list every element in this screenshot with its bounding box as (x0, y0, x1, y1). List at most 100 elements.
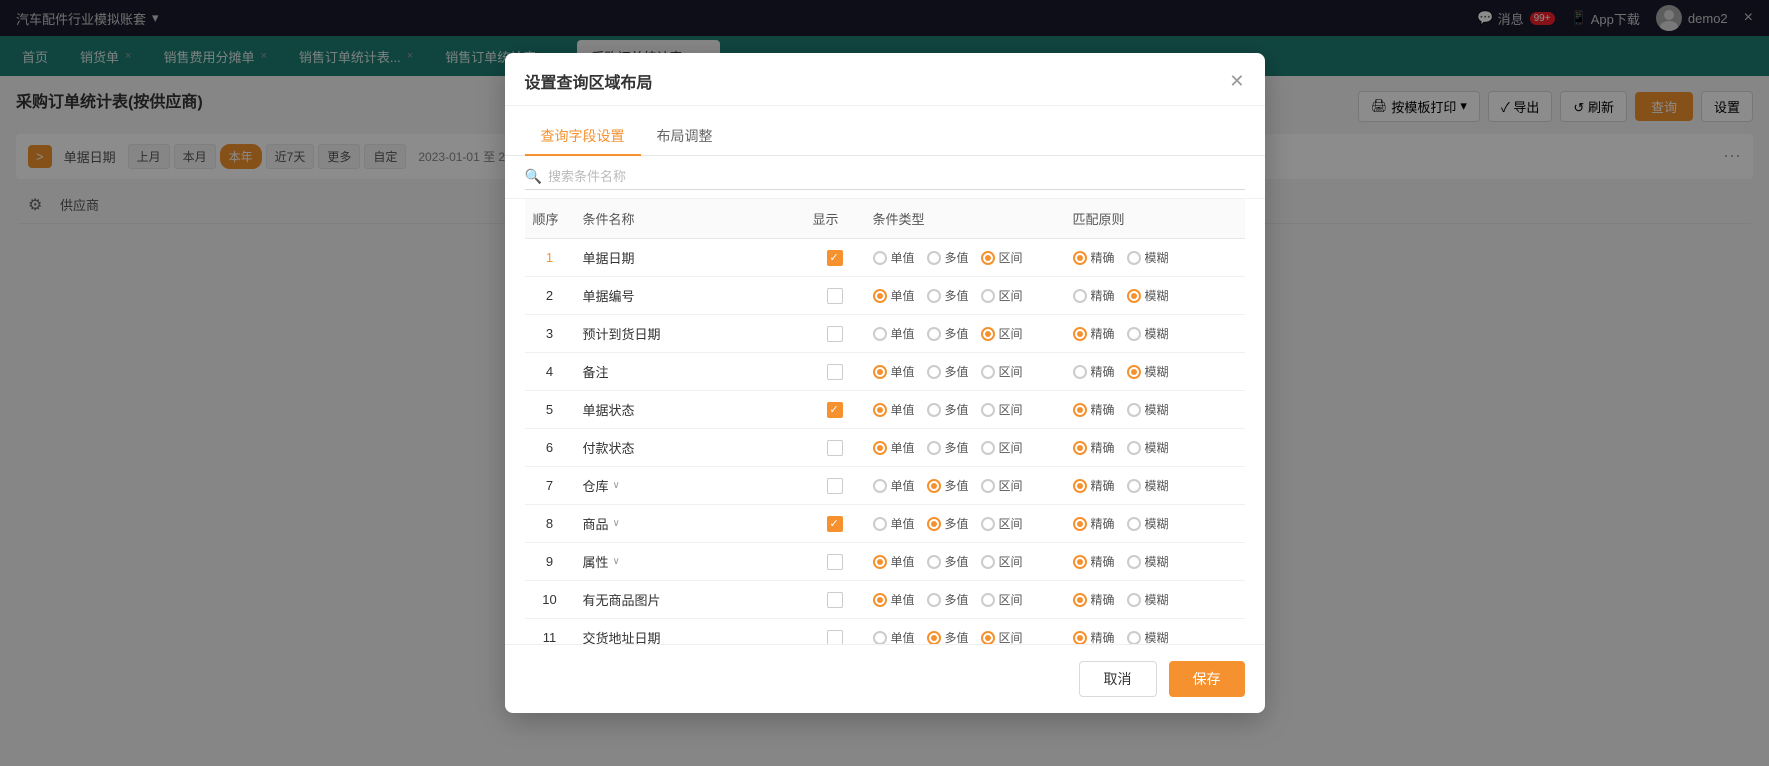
type-radio-single-0[interactable]: 单值 (873, 249, 915, 266)
display-checkbox-4[interactable] (827, 402, 843, 418)
match-radio-fuzzy-5[interactable]: 模糊 (1127, 439, 1169, 456)
match-radio-fuzzy-7[interactable]: 模糊 (1127, 515, 1169, 532)
type-radio-range-5[interactable]: 区间 (981, 439, 1023, 456)
match-radio-exact-6[interactable]: 精确 (1073, 477, 1115, 494)
type-radio-single-2[interactable]: 单值 (873, 325, 915, 342)
row-display-4[interactable]: ✓ (805, 391, 865, 429)
row-display-10[interactable] (805, 619, 865, 645)
display-checkbox-9[interactable] (827, 592, 843, 608)
type-radio-multi-4[interactable]: 多值 (927, 401, 969, 418)
type-radio-multi-9[interactable]: 多值 (927, 591, 969, 608)
match-radio-group-9: 精确模糊 (1073, 591, 1237, 608)
display-checkbox-5[interactable] (827, 440, 843, 456)
match-radio-fuzzy-10[interactable]: 模糊 (1127, 629, 1169, 644)
type-radio-range-7[interactable]: 区间 (981, 515, 1023, 532)
search-input[interactable] (548, 169, 1245, 184)
radio-dot-single-1 (873, 289, 887, 303)
type-radio-single-10[interactable]: 单值 (873, 629, 915, 644)
chevron-down-icon: ∨ (613, 518, 620, 529)
type-radio-range-10[interactable]: 区间 (981, 629, 1023, 644)
radio-dot-range-8 (981, 555, 995, 569)
type-radio-multi-3[interactable]: 多值 (927, 363, 969, 380)
radio-label-multi-7: 多值 (945, 515, 969, 532)
type-radio-range-3[interactable]: 区间 (981, 363, 1023, 380)
match-radio-exact-5[interactable]: 精确 (1073, 439, 1115, 456)
modal-tab-field-settings[interactable]: 查询字段设置 (525, 118, 641, 156)
type-radio-multi-7[interactable]: 多值 (927, 515, 969, 532)
type-radio-single-7[interactable]: 单值 (873, 515, 915, 532)
row-order-6: 7 (525, 467, 575, 505)
row-display-3[interactable] (805, 353, 865, 391)
type-radio-range-2[interactable]: 区间 (981, 325, 1023, 342)
display-checkbox-8[interactable] (827, 554, 843, 570)
row-type-5: 单值多值区间 (865, 429, 1065, 467)
type-radio-range-6[interactable]: 区间 (981, 477, 1023, 494)
cancel-button[interactable]: 取消 (1079, 661, 1157, 697)
radio-dot-range-3 (981, 365, 995, 379)
radio-label-multi-9: 多值 (945, 591, 969, 608)
match-radio-fuzzy-1[interactable]: 模糊 (1127, 287, 1169, 304)
type-radio-single-8[interactable]: 单值 (873, 553, 915, 570)
match-radio-fuzzy-6[interactable]: 模糊 (1127, 477, 1169, 494)
row-display-6[interactable] (805, 467, 865, 505)
type-radio-multi-10[interactable]: 多值 (927, 629, 969, 644)
match-radio-fuzzy-0[interactable]: 模糊 (1127, 249, 1169, 266)
type-radio-single-5[interactable]: 单值 (873, 439, 915, 456)
display-checkbox-0[interactable] (827, 250, 843, 266)
match-radio-exact-7[interactable]: 精确 (1073, 515, 1115, 532)
radio-label-single-2: 单值 (891, 325, 915, 342)
display-checkbox-10[interactable] (827, 630, 843, 644)
modal-close-btn[interactable]: ✕ (1229, 72, 1244, 90)
match-radio-fuzzy-2[interactable]: 模糊 (1127, 325, 1169, 342)
row-display-8[interactable] (805, 543, 865, 581)
type-radio-multi-6[interactable]: 多值 (927, 477, 969, 494)
radio-dot-multi-0 (927, 251, 941, 265)
type-radio-range-9[interactable]: 区间 (981, 591, 1023, 608)
type-radio-single-9[interactable]: 单值 (873, 591, 915, 608)
radio-label-range-2: 区间 (999, 325, 1023, 342)
match-radio-fuzzy-8[interactable]: 模糊 (1127, 553, 1169, 570)
display-checkbox-7[interactable] (827, 516, 843, 532)
match-radio-exact-3[interactable]: 精确 (1073, 363, 1115, 380)
display-checkbox-3[interactable] (827, 364, 843, 380)
row-display-9[interactable] (805, 581, 865, 619)
type-radio-multi-5[interactable]: 多值 (927, 439, 969, 456)
match-radio-fuzzy-9[interactable]: 模糊 (1127, 591, 1169, 608)
type-radio-multi-0[interactable]: 多值 (927, 249, 969, 266)
save-button[interactable]: 保存 (1169, 661, 1245, 697)
type-radio-single-6[interactable]: 单值 (873, 477, 915, 494)
match-radio-exact-1[interactable]: 精确 (1073, 287, 1115, 304)
type-radio-multi-2[interactable]: 多值 (927, 325, 969, 342)
match-radio-fuzzy-4[interactable]: 模糊 (1127, 401, 1169, 418)
radio-dot-range-2 (981, 327, 995, 341)
type-radio-multi-8[interactable]: 多值 (927, 553, 969, 570)
match-radio-exact-9[interactable]: 精确 (1073, 591, 1115, 608)
match-radio-exact-2[interactable]: 精确 (1073, 325, 1115, 342)
type-radio-range-8[interactable]: 区间 (981, 553, 1023, 570)
modal-tab-layout-adjust[interactable]: 布局调整 (641, 118, 729, 156)
table-row: 3预计到货日期单值多值区间精确模糊 (525, 315, 1245, 353)
type-radio-single-1[interactable]: 单值 (873, 287, 915, 304)
row-display-7[interactable]: ✓ (805, 505, 865, 543)
display-checkbox-2[interactable] (827, 326, 843, 342)
display-checkbox-1[interactable] (827, 288, 843, 304)
row-display-0[interactable]: ✓ (805, 239, 865, 277)
table-row: 10有无商品图片单值多值区间精确模糊 (525, 581, 1245, 619)
match-radio-exact-10[interactable]: 精确 (1073, 629, 1115, 644)
row-display-1[interactable] (805, 277, 865, 315)
match-radio-fuzzy-3[interactable]: 模糊 (1127, 363, 1169, 380)
row-order-7: 8 (525, 505, 575, 543)
type-radio-single-3[interactable]: 单值 (873, 363, 915, 380)
type-radio-single-4[interactable]: 单值 (873, 401, 915, 418)
match-radio-exact-4[interactable]: 精确 (1073, 401, 1115, 418)
match-radio-exact-0[interactable]: 精确 (1073, 249, 1115, 266)
type-radio-multi-1[interactable]: 多值 (927, 287, 969, 304)
type-radio-range-0[interactable]: 区间 (981, 249, 1023, 266)
type-radio-range-1[interactable]: 区间 (981, 287, 1023, 304)
display-checkbox-6[interactable] (827, 478, 843, 494)
type-radio-range-4[interactable]: 区间 (981, 401, 1023, 418)
row-display-5[interactable] (805, 429, 865, 467)
row-display-2[interactable] (805, 315, 865, 353)
modal-backdrop: 设置查询区域布局 ✕ 查询字段设置 布局调整 🔍 顺序 条件名称 显示 (0, 0, 1769, 766)
match-radio-exact-8[interactable]: 精确 (1073, 553, 1115, 570)
